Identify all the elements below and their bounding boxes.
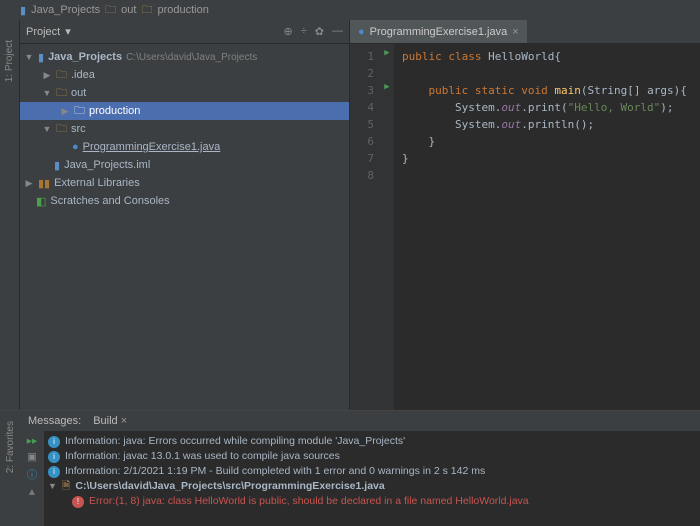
warn-toggle-icon[interactable]: ▲	[27, 486, 37, 498]
info-icon: i	[48, 436, 60, 448]
info-toggle-icon[interactable]: ⓘ	[27, 467, 38, 482]
collapse-icon[interactable]: ÷	[301, 25, 307, 38]
tab-label: ProgrammingExercise1.java	[370, 26, 508, 38]
error-icon: !	[72, 496, 84, 508]
stop-icon[interactable]: ▣	[27, 451, 37, 463]
tree-idea[interactable]: ▶🗀 .idea	[20, 66, 349, 84]
project-panel: Project ▾ ⊕ ÷ ✿ — ▼▮ Java_Projects C:\Us…	[20, 20, 350, 410]
tree-production[interactable]: ▶🗀 production	[20, 102, 349, 120]
editor-tab-bar: ● ProgrammingExercise1.java ×	[350, 20, 700, 44]
tree-root[interactable]: ▼▮ Java_Projects C:\Users\david\Java_Pro…	[20, 48, 349, 66]
close-icon[interactable]: ×	[512, 26, 518, 38]
message-line[interactable]: i Information: 2/1/2021 1:19 PM - Build …	[48, 464, 700, 479]
left-tool-rail: 1: Project	[0, 20, 20, 410]
code-content[interactable]: public class HelloWorld{ public static v…	[394, 44, 700, 410]
message-line[interactable]: i Information: java: Errors occurred whi…	[48, 434, 700, 449]
code-editor[interactable]: 12 34 56 78 ▶▶ public class HelloWorld{ …	[350, 44, 700, 410]
line-gutter: 12 34 56 78	[350, 44, 380, 410]
tree-scratches[interactable]: ◧ Scratches and Consoles	[20, 192, 349, 210]
messages-tab-build[interactable]: Build ×	[93, 415, 127, 427]
editor-tab[interactable]: ● ProgrammingExercise1.java ×	[350, 20, 527, 43]
folder-icon: 🗀	[141, 1, 152, 20]
info-icon: i	[48, 451, 60, 463]
messages-panel: 2: Favorites Messages: Build × ▸▸ ▣ ⓘ ▲ …	[0, 410, 700, 526]
tree-out[interactable]: ▼🗀 out	[20, 84, 349, 102]
module-icon: ▮	[20, 4, 26, 17]
gear-icon[interactable]: ✿	[315, 25, 324, 38]
messages-title: Messages:	[28, 415, 81, 427]
java-icon: ●	[358, 26, 365, 38]
message-error[interactable]: ! Error:(1, 8) java: class HelloWorld is…	[48, 494, 700, 509]
project-tree[interactable]: ▼▮ Java_Projects C:\Users\david\Java_Pro…	[20, 44, 349, 410]
rail-project[interactable]: 1: Project	[4, 40, 15, 82]
tree-ext-lib[interactable]: ▶▮▮ External Libraries	[20, 174, 349, 192]
breadcrumb: ▮ Java_Projects 🗀 out 🗀 production	[0, 0, 700, 20]
message-line[interactable]: i Information: javac 13.0.1 was used to …	[48, 449, 700, 464]
run-gutter[interactable]: ▶▶	[380, 44, 394, 410]
tree-java-file[interactable]: ● ProgrammingExercise1.java	[20, 138, 349, 156]
rerun-icon[interactable]: ▸▸	[27, 435, 38, 447]
folder-icon: 🗀	[105, 1, 116, 20]
hide-icon[interactable]: —	[332, 25, 343, 38]
file-icon: 🗎	[62, 479, 70, 494]
tree-iml-file[interactable]: ▮ Java_Projects.iml	[20, 156, 349, 174]
crumb-production[interactable]: production	[157, 4, 208, 16]
crumb-out[interactable]: out	[121, 4, 136, 16]
panel-title[interactable]: Project	[26, 26, 60, 38]
crumb-project[interactable]: Java_Projects	[31, 4, 100, 16]
rail-favorites[interactable]: 2: Favorites	[5, 421, 16, 473]
tree-src[interactable]: ▼🗀 src	[20, 120, 349, 138]
dropdown-icon[interactable]: ▾	[65, 25, 71, 38]
message-file[interactable]: ▼ 🗎 C:\Users\david\Java_Projects\src\Pro…	[48, 479, 700, 494]
info-icon: i	[48, 466, 60, 478]
target-icon[interactable]: ⊕	[284, 25, 293, 38]
